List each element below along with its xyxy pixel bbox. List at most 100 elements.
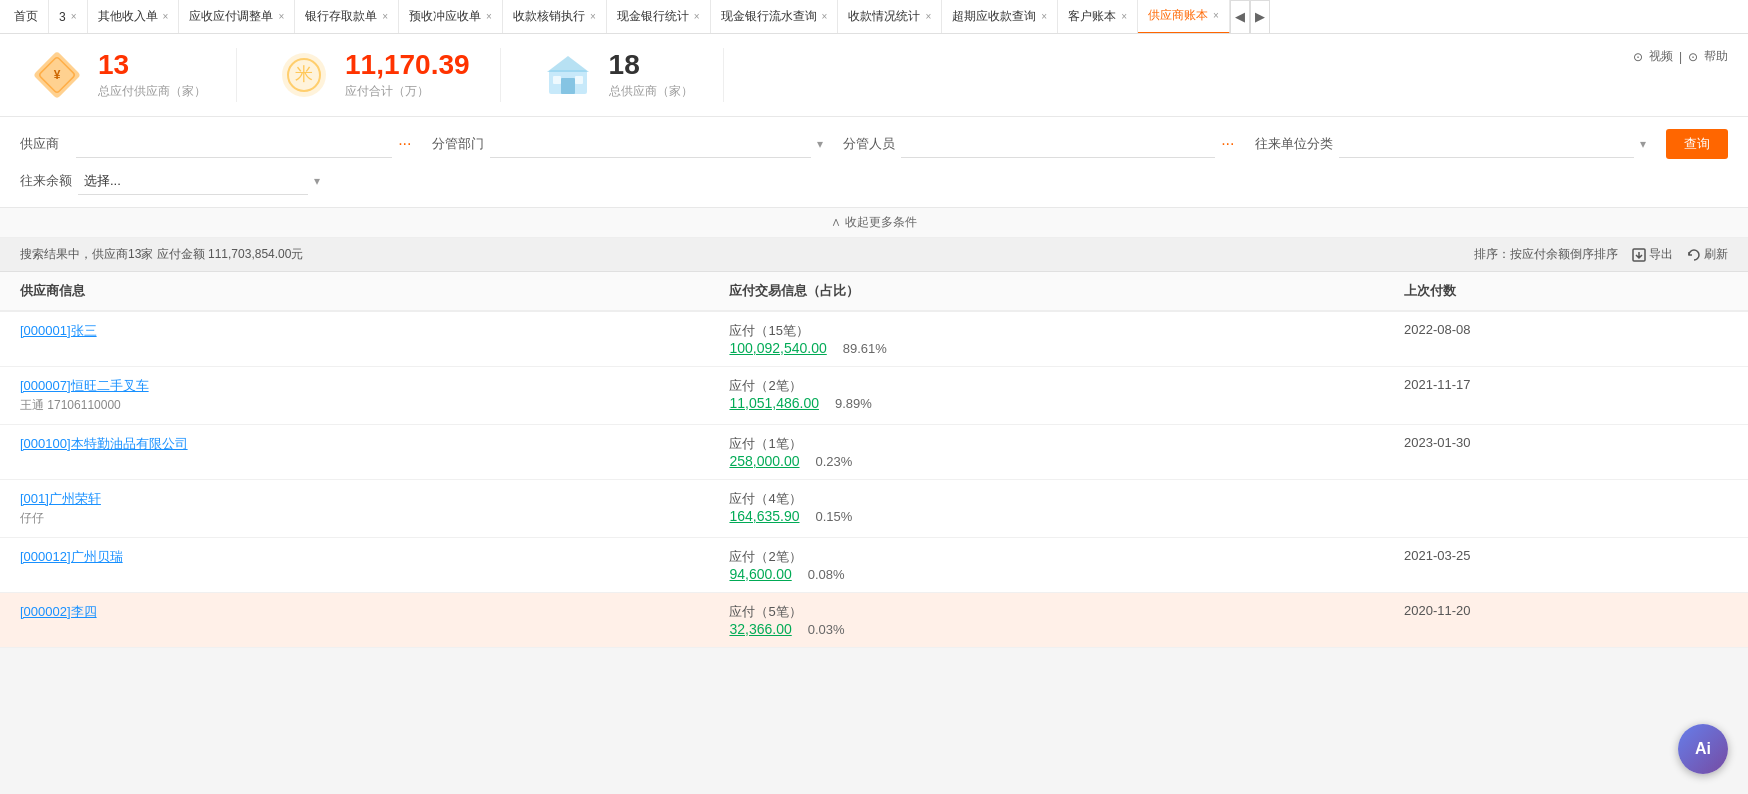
supplier-label: 供应商 — [20, 135, 70, 153]
nav-tab-3[interactable]: 3 × — [49, 0, 88, 34]
nav-tab-cash-bank-stats[interactable]: 现金银行统计 × — [607, 0, 711, 34]
supplier-input[interactable] — [76, 130, 392, 158]
supplier-link[interactable]: [000100]本特勤油品有限公司 — [20, 436, 188, 451]
search-button[interactable]: 查询 — [1666, 129, 1728, 159]
category-dropdown-icon[interactable]: ▾ — [1640, 137, 1646, 151]
last-pay-date: 2021-11-17 — [1384, 367, 1748, 425]
filter-row-2: 往来余额 选择... ▾ — [20, 167, 1728, 195]
payable-count: （4笔） — [755, 491, 801, 506]
close-icon[interactable]: × — [925, 11, 931, 22]
payable-count: （2笔） — [755, 549, 801, 564]
dept-dropdown-icon[interactable]: ▾ — [817, 137, 823, 151]
nav-tab-prepayment[interactable]: 预收冲应收单 × — [399, 0, 503, 34]
result-summary: 搜索结果中，供应商13家 应付金额 111,703,854.00元 — [20, 246, 303, 263]
close-icon[interactable]: × — [382, 11, 388, 22]
payable-count: （5笔） — [755, 604, 801, 619]
close-icon[interactable]: × — [822, 11, 828, 22]
payable-percent: 89.61% — [843, 341, 887, 356]
payable-amount-label: 应付合计（万） — [345, 83, 470, 100]
payable-label: 应付 — [729, 604, 755, 619]
total-suppliers-count: 18 — [609, 50, 693, 81]
nav-tab-cash-bank-flow[interactable]: 现金银行流水查询 × — [711, 0, 839, 34]
payable-cell: 应付（4笔）164,635.900.15% — [709, 480, 1384, 538]
payable-cell: 应付（1笔）258,000.000.23% — [709, 425, 1384, 480]
supplier-link[interactable]: [000012]广州贝瑞 — [20, 549, 123, 564]
supplier-link[interactable]: [000002]李四 — [20, 604, 97, 619]
payable-cell: 应付（2笔） 94,600.00 0.08% — [709, 538, 1384, 593]
payable-percent: 0.08% — [808, 567, 845, 582]
payable-count: （1笔） — [755, 436, 801, 451]
payable-amount[interactable]: 258,000.00 — [729, 453, 799, 469]
nav-tab-collection[interactable]: 收款核销执行 × — [503, 0, 607, 34]
dept-input[interactable] — [490, 130, 812, 158]
supplier-dots-icon[interactable]: ··· — [398, 135, 411, 153]
supplier-cell: [000001]张三 — [0, 311, 709, 367]
payable-label: 应付 — [729, 549, 755, 564]
nav-next-button[interactable]: ▶ — [1250, 0, 1270, 34]
nav-tab-supplier-account[interactable]: 供应商账本 × — [1138, 0, 1230, 34]
filter-dept: 分管部门 ▾ — [432, 130, 824, 158]
last-pay-date: 2022-08-08 — [1384, 311, 1748, 367]
payable-label: 应付 — [729, 491, 755, 506]
table-row: [000002]李四应付（5笔）32,366.000.03%2020-11-20 — [0, 593, 1748, 648]
table-row: [000012]广州贝瑞 应付（2笔） 94,600.00 0.08% 2021-03-… — [0, 538, 1748, 593]
sort-label[interactable]: 排序：按应付余额倒序排序 — [1474, 246, 1618, 263]
supplier-sub: 王通 17106110000 — [20, 397, 689, 414]
refresh-button[interactable]: 刷新 — [1687, 246, 1728, 263]
close-icon[interactable]: × — [1041, 11, 1047, 22]
nav-tab-overdue-query[interactable]: 超期应收款查询 × — [942, 0, 1058, 34]
supplier-link[interactable]: [001]广州荣轩 — [20, 491, 101, 506]
close-icon[interactable]: × — [1213, 10, 1219, 21]
close-icon[interactable]: × — [71, 11, 77, 22]
nav-tab-collection-stats[interactable]: 收款情况统计 × — [838, 0, 942, 34]
close-icon[interactable]: × — [1121, 11, 1127, 22]
help-link[interactable]: 帮助 — [1704, 48, 1728, 65]
category-input[interactable] — [1339, 130, 1635, 158]
last-pay-date: 2021-03-25 — [1384, 538, 1748, 593]
close-icon[interactable]: × — [590, 11, 596, 22]
person-dots-icon[interactable]: ··· — [1221, 135, 1234, 153]
table-row: [000100]本特勤油品有限公司应付（1笔）258,000.000.23%20… — [0, 425, 1748, 480]
payable-percent: 9.89% — [835, 396, 872, 411]
table-row: [000007]恒旺二手叉车王通 17106110000应付（2笔）11,051… — [0, 367, 1748, 425]
supplier-cell: [000002]李四 — [0, 593, 709, 648]
nav-tab-bank-deposit[interactable]: 银行存取款单 × — [295, 0, 399, 34]
nav-tab-ar-adjustment[interactable]: 应收应付调整单 × — [179, 0, 295, 34]
close-icon[interactable]: × — [163, 11, 169, 22]
payable-amount[interactable]: 94,600.00 — [729, 566, 791, 582]
supplier-link[interactable]: [000001]张三 — [20, 323, 97, 338]
payable-suppliers-count: 13 — [98, 50, 206, 81]
balance-label: 往来余额 — [20, 172, 72, 190]
result-bar: 搜索结果中，供应商13家 应付金额 111,703,854.00元 排序：按应付… — [0, 238, 1748, 272]
close-icon[interactable]: × — [278, 11, 284, 22]
payable-amount[interactable]: 100,092,540.00 — [729, 340, 826, 356]
close-icon[interactable]: × — [486, 11, 492, 22]
filter-row-1: 供应商 ··· 分管部门 ▾ 分管人员 ··· 往来单位分类 ▾ 查询 — [20, 129, 1728, 159]
payable-cell: 应付（5笔）32,366.000.03% — [709, 593, 1384, 648]
balance-select[interactable]: 选择... — [78, 167, 308, 195]
nav-tab-other-income[interactable]: 其他收入单 × — [88, 0, 180, 34]
person-input[interactable] — [901, 130, 1215, 158]
payable-amount[interactable]: 11,051,486.00 — [729, 395, 819, 411]
table-container: 供应商信息 应付交易信息（占比） 上次付数 [000001]张三应付（15笔）1… — [0, 272, 1748, 648]
export-button[interactable]: 导出 — [1632, 246, 1673, 263]
collapse-bar[interactable]: ∧ 收起更多条件 — [0, 208, 1748, 238]
payable-amount[interactable]: 32,366.00 — [729, 621, 791, 637]
payable-label: 应付 — [729, 323, 755, 338]
supplier-cell: [000100]本特勤油品有限公司 — [0, 425, 709, 480]
supplier-cell: [001]广州荣轩仔仔 — [0, 480, 709, 538]
grain-icon: 米 — [277, 48, 331, 102]
nav-tab-home[interactable]: 首页 — [4, 0, 49, 34]
supplier-link[interactable]: [000007]恒旺二手叉车 — [20, 378, 149, 393]
video-link[interactable]: 视频 — [1649, 48, 1673, 65]
balance-dropdown-icon[interactable]: ▾ — [314, 174, 320, 188]
close-icon[interactable]: × — [694, 11, 700, 22]
top-links: ⊙ 视频 | ⊙ 帮助 — [1633, 48, 1728, 65]
nav-prev-button[interactable]: ◀ — [1230, 0, 1250, 34]
store-icon — [541, 48, 595, 102]
circle-icon: ⊙ — [1633, 50, 1643, 64]
svg-text:¥: ¥ — [54, 68, 61, 82]
payable-amount[interactable]: 164,635.90 — [729, 508, 799, 524]
nav-tab-customer-account[interactable]: 客户账本 × — [1058, 0, 1138, 34]
supplier-cell: [000007]恒旺二手叉车王通 17106110000 — [0, 367, 709, 425]
